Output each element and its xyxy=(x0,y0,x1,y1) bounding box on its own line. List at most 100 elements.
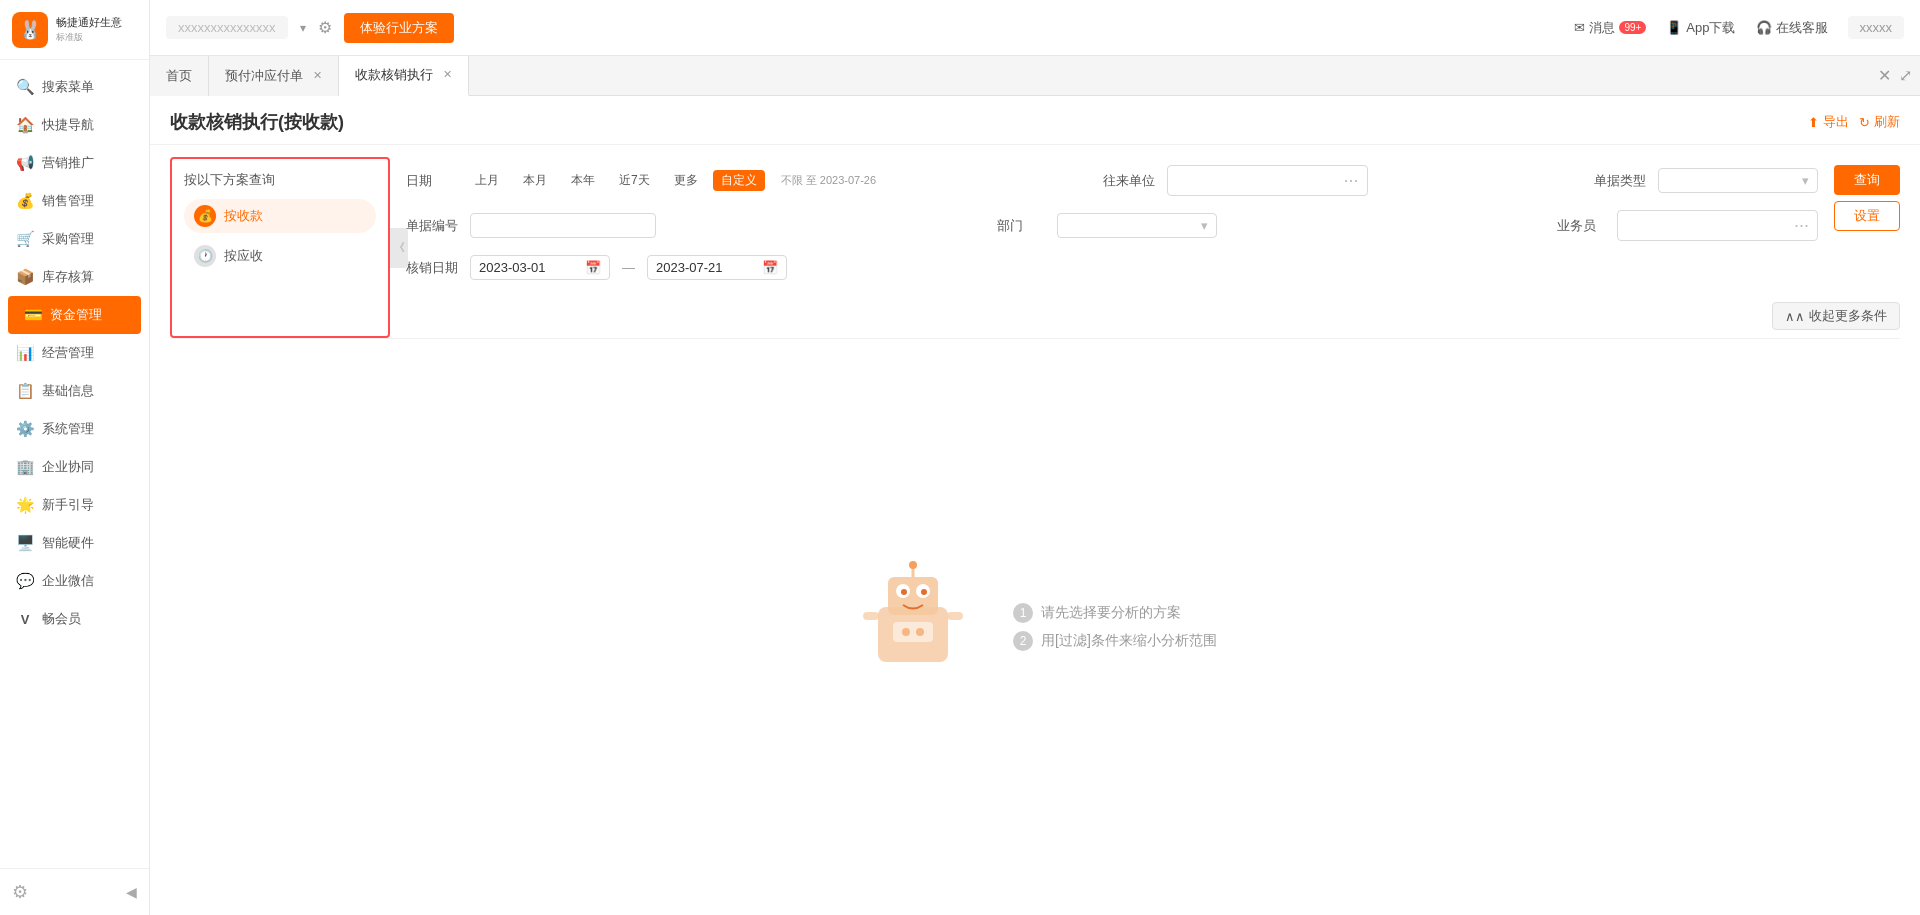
tab-expand-icon[interactable]: ⤢ xyxy=(1899,66,1912,85)
topbar-dropdown-arrow[interactable]: ▾ xyxy=(300,21,306,35)
management-icon: 📊 xyxy=(16,344,34,362)
filter-rows: 日期 上月 本月 本年 近7天 更多 自定义 xyxy=(406,165,1818,294)
bill-no-label: 单据编号 xyxy=(406,217,458,235)
collapse-sidebar-icon[interactable]: ◀ xyxy=(126,884,137,900)
sidebar-item-label: 快捷导航 xyxy=(42,116,94,134)
sidebar-item-guide[interactable]: 🌟 新手引导 xyxy=(0,486,149,524)
filter-row-2: 单据编号 部门 ▾ xyxy=(406,210,1818,241)
page-header-btns: ⬆ 导出 ↻ 刷新 xyxy=(1808,113,1900,131)
calendar-start-icon[interactable]: 📅 xyxy=(585,260,601,275)
sidebar-bottom: ⚙ ◀ xyxy=(0,868,149,915)
topbar-gear-icon[interactable]: ⚙ xyxy=(318,18,332,37)
verification-end-text: 2023-07-21 xyxy=(656,260,723,275)
topbar-brand: xxxxxxxxxxxxxxx xyxy=(166,16,288,39)
counterpart-input[interactable] xyxy=(1176,173,1344,188)
sidebar-item-search[interactable]: 🔍 搜索菜单 xyxy=(0,68,149,106)
sidebar-item-basic[interactable]: 📋 基础信息 xyxy=(0,372,149,410)
counterpart-label: 往来单位 xyxy=(1103,172,1155,190)
setting-button[interactable]: 设置 xyxy=(1834,201,1900,231)
sidebar-item-company[interactable]: 🏢 企业协同 xyxy=(0,448,149,486)
search-icon: 🔍 xyxy=(16,78,34,96)
sidebar-item-hardware[interactable]: 🖥️ 智能硬件 xyxy=(0,524,149,562)
sidebar-item-inventory[interactable]: 📦 库存核算 xyxy=(0,258,149,296)
staff-input-dots[interactable]: ··· xyxy=(1794,215,1809,236)
topbar: xxxxxxxxxxxxxxx ▾ ⚙ 体验行业方案 ✉ 消息 99+ 📱 Ap… xyxy=(150,0,1920,56)
headset-icon: 🎧 xyxy=(1756,20,1772,35)
service-btn[interactable]: 🎧 在线客服 xyxy=(1756,19,1828,37)
tab-receivables[interactable]: 收款核销执行 ✕ xyxy=(339,56,469,96)
verification-start-date[interactable]: 2023-03-01 📅 xyxy=(470,255,610,280)
sidebar-item-marketing[interactable]: 📢 营销推广 xyxy=(0,144,149,182)
sidebar-item-quicknav[interactable]: 🏠 快捷导航 xyxy=(0,106,149,144)
filter-option-receipt[interactable]: 💰 按收款 xyxy=(184,199,376,233)
filter-option-receivable-label: 按应收 xyxy=(224,247,263,265)
bill-no-input-wrap xyxy=(470,213,656,238)
date-btn-this-month[interactable]: 本月 xyxy=(514,168,556,193)
sidebar-item-member[interactable]: V 畅会员 xyxy=(0,600,149,638)
sidebar-item-purchase[interactable]: 🛒 采购管理 xyxy=(0,220,149,258)
message-label: 消息 xyxy=(1589,19,1615,37)
svg-point-7 xyxy=(909,561,917,569)
svg-rect-10 xyxy=(893,622,933,642)
content-area: 收款核销执行(按收款) ⬆ 导出 ↻ 刷新 按以下方案查询 💰 xyxy=(150,96,1920,915)
tab-close-all-icon[interactable]: ✕ xyxy=(1878,66,1891,85)
tab-receivables-close-icon[interactable]: ✕ xyxy=(443,68,452,81)
logo-icon: 🐰 xyxy=(12,12,48,48)
query-button[interactable]: 查询 xyxy=(1834,165,1900,195)
filter-collapse-btn[interactable]: 《 xyxy=(390,228,408,268)
counterpart-input-dots[interactable]: ··· xyxy=(1344,170,1359,191)
user-area[interactable]: xxxxx xyxy=(1848,16,1905,39)
sidebar-logo: 🐰 畅捷通好生意 标准版 xyxy=(0,0,149,60)
sidebar-item-label: 搜索菜单 xyxy=(42,78,94,96)
tip-num-2: 2 xyxy=(1013,631,1033,651)
sidebar-item-system[interactable]: ⚙️ 系统管理 xyxy=(0,410,149,448)
dept-label: 部门 xyxy=(997,217,1045,235)
refresh-btn[interactable]: ↻ 刷新 xyxy=(1859,113,1900,131)
tab-prepay[interactable]: 预付冲应付单 ✕ xyxy=(209,56,339,96)
finance-icon: 💳 xyxy=(24,306,42,324)
query-btns: 查询 设置 xyxy=(1834,165,1900,231)
tab-actions: ✕ ⤢ xyxy=(1878,66,1920,85)
sidebar-item-sales[interactable]: 💰 销售管理 xyxy=(0,182,149,220)
svg-point-11 xyxy=(902,628,910,636)
sidebar-item-finance[interactable]: 💳 资金管理 xyxy=(8,296,141,334)
filter-row-3: 核销日期 2023-03-01 📅 — 2023-07-21 📅 xyxy=(406,255,1818,280)
topbar-right: ✉ 消息 99+ 📱 App下载 🎧 在线客服 xxxxx xyxy=(1574,16,1904,39)
bill-type-label: 单据类型 xyxy=(1594,172,1646,190)
sidebar-item-label: 采购管理 xyxy=(42,230,94,248)
date-btn-this-year[interactable]: 本年 xyxy=(562,168,604,193)
dept-select[interactable]: ▾ xyxy=(1057,213,1217,238)
date-btn-more[interactable]: 更多 xyxy=(665,168,707,193)
main-content: xxxxxxxxxxxxxxx ▾ ⚙ 体验行业方案 ✉ 消息 99+ 📱 Ap… xyxy=(150,0,1920,915)
company-icon: 🏢 xyxy=(16,458,34,476)
tab-receivables-label: 收款核销执行 xyxy=(355,66,433,84)
staff-input[interactable] xyxy=(1626,218,1794,233)
empty-state: 1 请先选择要分析的方案 2 用[过滤]条件来缩小分析范围 xyxy=(150,339,1920,915)
app-download-btn[interactable]: 📱 App下载 xyxy=(1666,19,1735,37)
industry-btn[interactable]: 体验行业方案 xyxy=(344,13,454,43)
date-btn-last-month[interactable]: 上月 xyxy=(466,168,508,193)
bill-no-input[interactable] xyxy=(479,218,647,233)
receivable-icon: 🕐 xyxy=(194,245,216,267)
message-btn[interactable]: ✉ 消息 99+ xyxy=(1574,19,1646,37)
filter-option-receipt-label: 按收款 xyxy=(224,207,263,225)
bill-type-select[interactable]: ▾ xyxy=(1658,168,1818,193)
verification-end-date[interactable]: 2023-07-21 📅 xyxy=(647,255,787,280)
logo-text: 畅捷通好生意 xyxy=(56,15,122,30)
empty-tips: 1 请先选择要分析的方案 2 用[过滤]条件来缩小分析范围 xyxy=(1013,603,1217,651)
basic-icon: 📋 xyxy=(16,382,34,400)
settings-icon[interactable]: ⚙ xyxy=(12,881,28,903)
collapse-more-btn[interactable]: ∧∧ 收起更多条件 xyxy=(1772,302,1900,330)
filter-option-receivable[interactable]: 🕐 按应收 xyxy=(184,239,376,273)
tab-home[interactable]: 首页 xyxy=(150,56,209,96)
receipt-icon: 💰 xyxy=(194,205,216,227)
date-custom-badge[interactable]: 自定义 xyxy=(713,170,765,191)
sidebar-item-wechat[interactable]: 💬 企业微信 xyxy=(0,562,149,600)
tab-prepay-close-icon[interactable]: ✕ xyxy=(313,69,322,82)
sidebar-item-management[interactable]: 📊 经营管理 xyxy=(0,334,149,372)
calendar-end-icon[interactable]: 📅 xyxy=(762,260,778,275)
export-btn[interactable]: ⬆ 导出 xyxy=(1808,113,1849,131)
date-btn-7days[interactable]: 近7天 xyxy=(610,168,659,193)
sidebar-item-label: 销售管理 xyxy=(42,192,94,210)
date-sub-text: 不限 至 2023-07-26 xyxy=(781,173,876,188)
